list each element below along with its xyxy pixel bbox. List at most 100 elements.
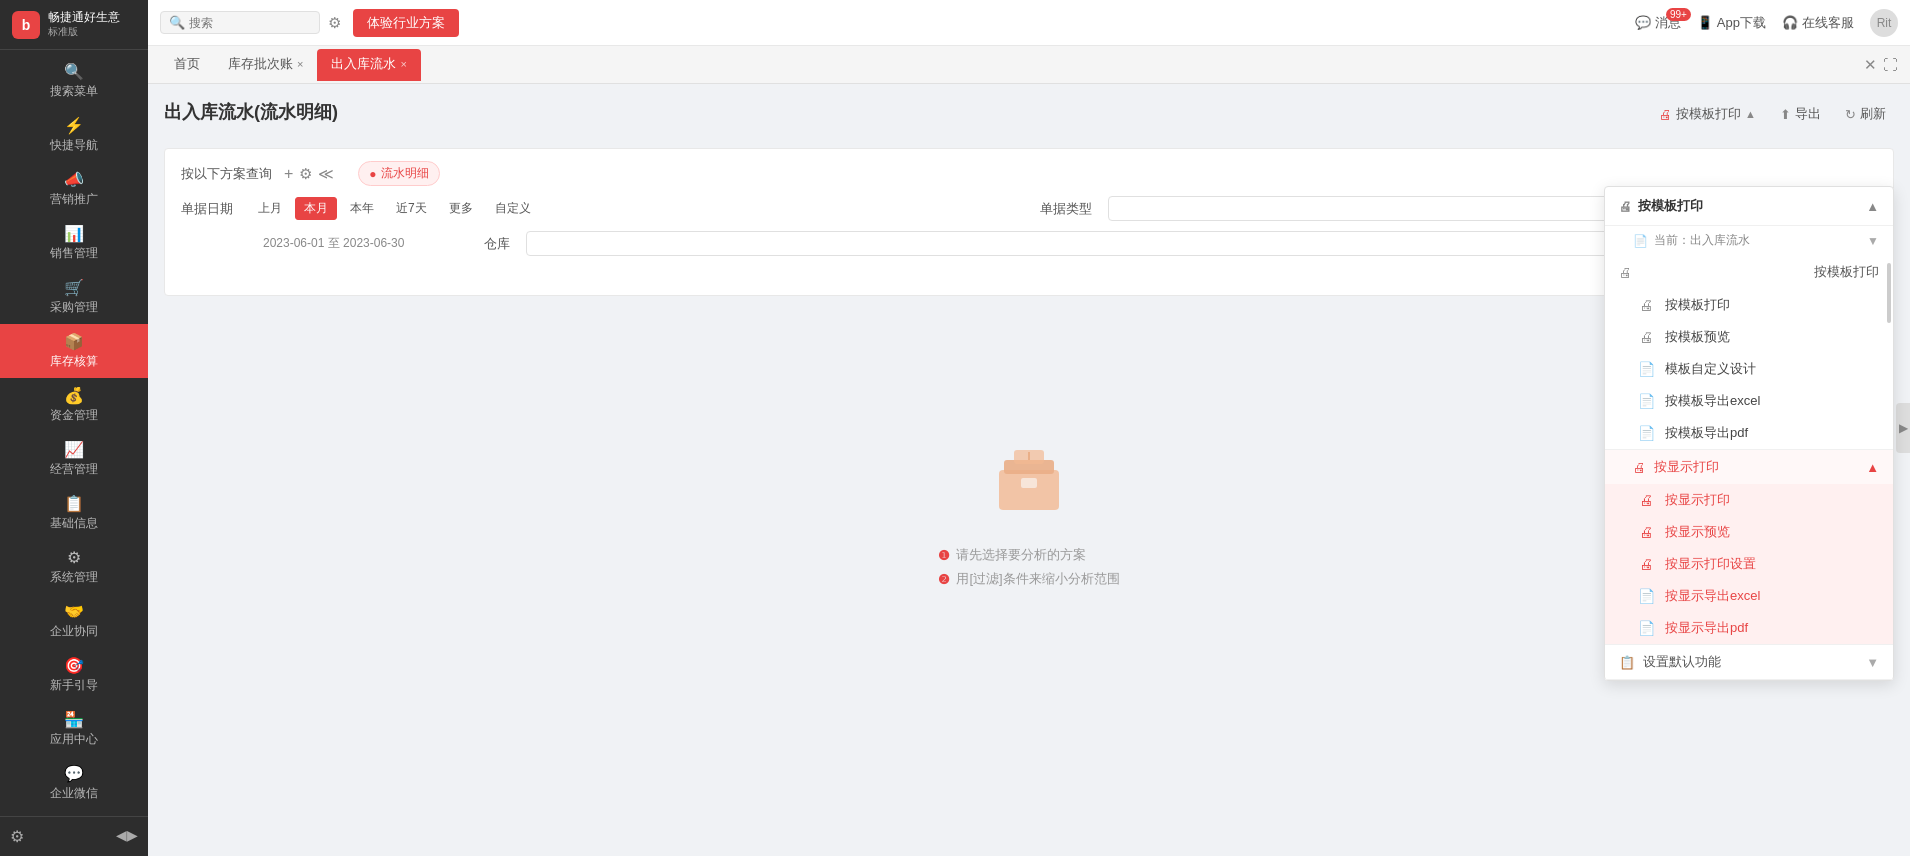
guide-icon: 🎯: [64, 656, 84, 675]
date-shortcut-更多[interactable]: 更多: [440, 197, 482, 220]
sidebar-label: 企业协同: [50, 623, 98, 640]
default-section-header[interactable]: 📋 设置默认功能 ▼: [1605, 645, 1893, 679]
marketing-icon: 📣: [64, 170, 84, 189]
sidebar-item-finance[interactable]: 💰资金管理: [0, 378, 148, 432]
date-shortcut-近7天[interactable]: 近7天: [387, 197, 436, 220]
default-icon: 📋: [1619, 655, 1635, 670]
dropdown-item-template-print[interactable]: 🖨按模板打印: [1605, 289, 1893, 321]
settings-gear-icon[interactable]: ⚙: [328, 14, 341, 32]
sidebar-label: 库存核算: [50, 353, 98, 370]
sidebar-menu: 🔍 搜索菜单 ⚡ 快捷导航 📣 营销推广 📊销售管理🛒采购管理📦库存核算💰资金管理📈经营管理…: [0, 50, 148, 816]
sidebar-item-search[interactable]: 🔍 搜索菜单: [0, 54, 148, 108]
dropdown-title: 按模板打印: [1638, 197, 1703, 215]
sidebar-item-system[interactable]: ⚙系统管理: [0, 540, 148, 594]
tab-maximize-button[interactable]: ⛶: [1883, 56, 1898, 74]
display-export-excel-icon: 📄: [1637, 588, 1655, 604]
logo-icon: b: [12, 11, 40, 39]
dropdown-item-template-export-excel[interactable]: 📄按模板导出excel: [1605, 385, 1893, 417]
tabs-bar: 首页库存批次账×出入库流水× ✕ ⛶: [148, 46, 1910, 84]
filter-tag-item[interactable]: ● 流水明细: [358, 161, 439, 186]
refresh-button[interactable]: ↻ 刷新: [1837, 101, 1894, 127]
date-shortcut-自定义[interactable]: 自定义: [486, 197, 540, 220]
sidebar-item-app-center[interactable]: 🏪应用中心: [0, 702, 148, 756]
tab-home[interactable]: 首页: [160, 49, 214, 81]
user-profile[interactable]: Rit: [1870, 9, 1898, 37]
sidebar-label: 应用中心: [50, 731, 98, 748]
page-content: 出入库流水(流水明细) 🖨 按模板打印 ▲ ⬆ 导出 ↻ 刷新: [148, 84, 1910, 856]
sidebar-item-operation[interactable]: 📈经营管理: [0, 432, 148, 486]
message-button[interactable]: 💬 消息 99+: [1635, 14, 1681, 32]
tab-close-all-button[interactable]: ✕: [1864, 56, 1877, 74]
export-icon: ⬆: [1780, 107, 1791, 122]
tab-batch-account[interactable]: 库存批次账×: [214, 49, 317, 81]
item-label: 按模板打印: [1665, 296, 1730, 314]
topbar-search-box[interactable]: 🔍: [160, 11, 320, 34]
filter-label: 按以下方案查询: [181, 165, 272, 183]
sidebar-label: 营销推广: [50, 191, 98, 208]
date-shortcut-上月[interactable]: 上月: [249, 197, 291, 220]
item-label: 按显示打印设置: [1665, 555, 1756, 573]
sidebar-item-quick-nav[interactable]: ⚡ 快捷导航: [0, 108, 148, 162]
display-section-chevron: ▲: [1866, 460, 1879, 475]
template-export-excel-icon: 📄: [1637, 393, 1655, 409]
item-label: 按显示导出pdf: [1665, 619, 1748, 637]
item-label: 模板自定义设计: [1665, 360, 1756, 378]
current-chevron[interactable]: ▼: [1867, 234, 1879, 248]
dropdown-chevron-up[interactable]: ▲: [1866, 199, 1879, 214]
sidebar-label: 快捷导航: [50, 137, 98, 154]
date-shortcut-本月[interactable]: 本月: [295, 197, 337, 220]
dropdown-item-template-export-pdf[interactable]: 📄按模板导出pdf: [1605, 417, 1893, 449]
dropdown-item-display-preview[interactable]: 🖨按显示预览: [1605, 516, 1893, 548]
filter-row-1: 按以下方案查询 + ⚙ ≪ ● 流水明细: [181, 161, 1877, 186]
dropdown-item-display-export-excel[interactable]: 📄按显示导出excel: [1605, 580, 1893, 612]
tab-close-icon[interactable]: ×: [297, 58, 303, 70]
display-section-header[interactable]: 🖨 按显示打印 ▲: [1605, 450, 1893, 484]
sidebar-item-guide[interactable]: 🎯新手引导: [0, 648, 148, 702]
date-shortcut-本年[interactable]: 本年: [341, 197, 383, 220]
operation-icon: 📈: [64, 440, 84, 459]
user-name: Rit: [1877, 16, 1892, 30]
sidebar-item-sales[interactable]: 📊销售管理: [0, 216, 148, 270]
dropdown-item-template-preview[interactable]: 🖨按模板预览: [1605, 321, 1893, 353]
template-print-button[interactable]: 🖨 按模板打印 ▲: [1651, 101, 1764, 127]
app-name: 畅捷通好生意: [48, 10, 120, 26]
sidebar-item-purchase[interactable]: 🛒采购管理: [0, 270, 148, 324]
message-badge: 99+: [1666, 8, 1691, 21]
filter-collapse-button[interactable]: ≪: [318, 165, 334, 183]
settings-icon[interactable]: ⚙: [10, 827, 24, 846]
warehouse-label: 仓库: [484, 235, 510, 253]
refresh-icon: ↻: [1845, 107, 1856, 122]
dropdown-item-display-print-settings[interactable]: 🖨按显示打印设置: [1605, 548, 1893, 580]
sidebar-label: 系统管理: [50, 569, 98, 586]
scrollbar-thumb[interactable]: [1887, 263, 1891, 323]
template-section-header[interactable]: 🖨 按模板打印: [1605, 255, 1893, 289]
filter-setting-button[interactable]: ⚙: [299, 165, 312, 183]
dropdown-header: 🖨 按模板打印 ▲: [1605, 187, 1893, 226]
template-export-pdf-icon: 📄: [1637, 425, 1655, 441]
export-button[interactable]: ⬆ 导出: [1772, 101, 1829, 127]
search-input[interactable]: [189, 16, 311, 30]
dropdown-item-display-print[interactable]: 🖨按显示打印: [1605, 484, 1893, 516]
online-service-button[interactable]: 🎧 在线客服: [1782, 14, 1854, 32]
collapse-icon[interactable]: ◀▶: [116, 827, 138, 846]
sidebar-item-enterprise[interactable]: 🤝企业协同: [0, 594, 148, 648]
sidebar-label: 搜索菜单: [50, 83, 98, 100]
tab-flow[interactable]: 出入库流水×: [317, 49, 420, 81]
quick-nav-icon: ⚡: [64, 116, 84, 135]
page-title: 出入库流水(流水明细): [164, 100, 338, 124]
filter-add-button[interactable]: +: [284, 165, 293, 183]
sidebar-item-inventory[interactable]: 📦库存核算: [0, 324, 148, 378]
message-icon: 💬: [1635, 15, 1651, 30]
tab-close-icon[interactable]: ×: [400, 58, 406, 70]
trial-button[interactable]: 体验行业方案: [353, 9, 459, 37]
sidebar-item-member[interactable]: ⭐畅会员: [0, 810, 148, 816]
sidebar-item-marketing[interactable]: 📣 营销推广: [0, 162, 148, 216]
dropdown-item-template-custom[interactable]: 📄模板自定义设计: [1605, 353, 1893, 385]
dropdown-item-display-export-pdf[interactable]: 📄按显示导出pdf: [1605, 612, 1893, 644]
sidebar-item-basic-info[interactable]: 📋基础信息: [0, 486, 148, 540]
app-download-button[interactable]: 📱 App下载: [1697, 14, 1766, 32]
search-icon: 🔍: [64, 62, 84, 81]
right-edge-toggle[interactable]: ▶: [1896, 403, 1910, 453]
item-label: 按显示预览: [1665, 523, 1730, 541]
sidebar-item-enterprise-wechat[interactable]: 💬企业微信: [0, 756, 148, 810]
